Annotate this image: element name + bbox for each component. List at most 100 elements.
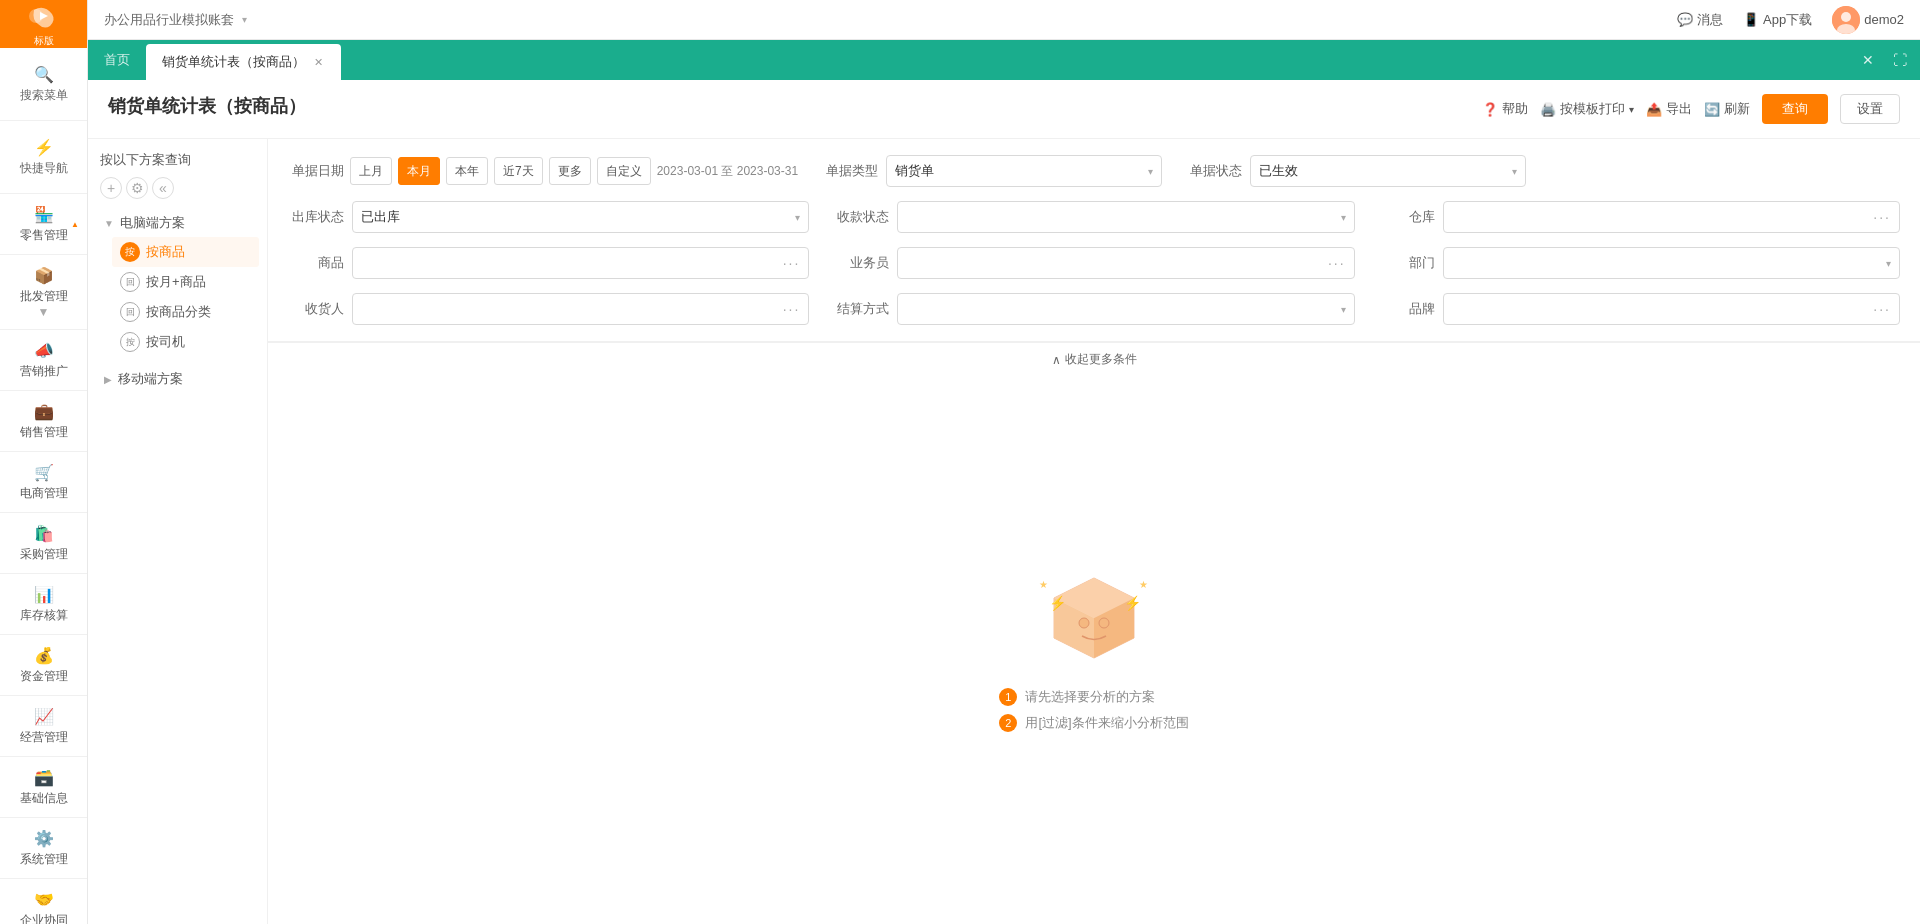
- product-item: 商品 ···: [288, 247, 809, 279]
- sidebar-item-enterprise[interactable]: 🤝 企业协同: [0, 879, 87, 924]
- quick-icon: ⚡: [34, 137, 54, 157]
- sidebar-item-system[interactable]: ⚙️ 系统管理: [0, 818, 87, 879]
- step2-num: 2: [999, 714, 1017, 732]
- sidebar-item-sales[interactable]: 💼 销售管理: [0, 391, 87, 452]
- user-name: demo2: [1864, 12, 1904, 27]
- svg-text:★: ★: [1039, 579, 1048, 590]
- collapse-filters-btn[interactable]: ∧ 收起更多条件: [268, 342, 1920, 376]
- app-download-label: App下载: [1763, 11, 1812, 29]
- scheme-settings-btn[interactable]: ⚙: [126, 177, 148, 199]
- tree-by-category[interactable]: 回 按商品分类: [112, 297, 259, 327]
- status-filter-item: 单据状态 已生效 ▾: [1186, 155, 1526, 187]
- by-category-label: 按商品分类: [146, 303, 211, 321]
- tab-close-btn[interactable]: ✕: [311, 55, 325, 69]
- print-btn[interactable]: 🖨️ 按模板打印 ▾: [1540, 100, 1634, 118]
- top-header: 办公用品行业模拟账套 ▾ 💬 消息 📱 App下载 de: [88, 0, 1920, 40]
- sidebar-search[interactable]: 🔍 搜索菜单: [0, 56, 87, 112]
- quick-nav-item[interactable]: ⚡ 快捷导航: [0, 129, 87, 185]
- sidebar-item-inventory[interactable]: 📊 库存核算: [0, 574, 87, 635]
- refresh-btn[interactable]: 🔄 刷新: [1704, 100, 1750, 118]
- staff-dots: ···: [1328, 255, 1346, 271]
- status-control: 已生效 ▾: [1250, 155, 1526, 187]
- tab-close-all-btn[interactable]: ✕: [1856, 48, 1880, 72]
- left-panel-header: 按以下方案查询: [96, 151, 259, 169]
- sidebar-item-ops[interactable]: 📈 经营管理: [0, 696, 87, 757]
- app-download-btn[interactable]: 📱 App下载: [1743, 11, 1812, 29]
- user-info[interactable]: demo2: [1832, 6, 1904, 34]
- svg-text:⚡: ⚡: [1049, 595, 1067, 612]
- sidebar-logo[interactable]: 标版: [0, 0, 88, 48]
- step1-num: 1: [999, 688, 1017, 706]
- filter-row-4: 收货人 ··· 结算方式: [288, 293, 1900, 325]
- date-last-month-btn[interactable]: 上月: [350, 157, 392, 185]
- industry-dropdown[interactable]: ▾: [242, 14, 247, 25]
- date-7days-btn[interactable]: 近7天: [494, 157, 543, 185]
- sidebar-item-marketing[interactable]: 📣 营销推广: [0, 330, 87, 391]
- date-this-month-btn[interactable]: 本月: [398, 157, 440, 185]
- tab-home[interactable]: 首页: [88, 40, 146, 80]
- brand-input[interactable]: ···: [1443, 293, 1900, 325]
- type-input[interactable]: 销货单 ▾: [886, 155, 1162, 187]
- receiver-input[interactable]: ···: [352, 293, 809, 325]
- message-btn[interactable]: 💬 消息: [1677, 11, 1723, 29]
- tree-expand-icon: ▼: [104, 218, 114, 229]
- export-btn[interactable]: 📤 导出: [1646, 100, 1692, 118]
- settlement-item: 结算方式 ▾: [833, 293, 1354, 325]
- add-scheme-btn[interactable]: +: [100, 177, 122, 199]
- dept-control: ▾: [1443, 247, 1900, 279]
- step1-text: 请先选择要分析的方案: [1025, 688, 1155, 706]
- settlement-input[interactable]: ▾: [897, 293, 1354, 325]
- empty-state: ⚡ ⚡ ★ ★ 1 请先选择要分析的方案 2: [268, 376, 1920, 924]
- sidebar-item-ecommerce[interactable]: 🛒 电商管理: [0, 452, 87, 513]
- sidebar-item-basic[interactable]: 🗃️ 基础信息: [0, 757, 87, 818]
- sidebar-quick-nav[interactable]: ⚡ 快捷导航: [0, 121, 87, 194]
- help-btn[interactable]: ❓ 帮助: [1482, 100, 1528, 118]
- store-dots: ···: [1873, 209, 1891, 225]
- industry-label: 办公用品行业模拟账套: [104, 11, 234, 29]
- sidebar-item-retail[interactable]: 🏪 零售管理: [0, 194, 87, 255]
- product-control: ···: [352, 247, 809, 279]
- status-input[interactable]: 已生效 ▾: [1250, 155, 1526, 187]
- sidebar-item-purchase[interactable]: 🛍️ 采购管理: [0, 513, 87, 574]
- store-input[interactable]: ···: [1443, 201, 1900, 233]
- tree-desktop[interactable]: ▼ 电脑端方案: [96, 209, 259, 237]
- payment-status-input[interactable]: ▾: [897, 201, 1354, 233]
- sidebar-search-item[interactable]: 🔍 搜索菜单: [0, 48, 87, 121]
- payment-status-control: ▾: [897, 201, 1354, 233]
- tab-sales-stats[interactable]: 销货单统计表（按商品） ✕: [146, 44, 341, 80]
- by-month-label: 按月+商品: [146, 273, 206, 291]
- page-header-actions: ❓ 帮助 🖨️ 按模板打印 ▾ 📤 导出 🔄 刷新 查询 设置: [1482, 94, 1900, 138]
- receiver-dots: ···: [783, 301, 801, 317]
- basic-icon: 🗃️: [34, 767, 54, 787]
- warehouse-status-input[interactable]: 已出库 ▾: [352, 201, 809, 233]
- sidebar-item-wholesale[interactable]: 📦 批发管理: [0, 255, 87, 330]
- dept-input[interactable]: ▾: [1443, 247, 1900, 279]
- header-left: 办公用品行业模拟账套 ▾: [104, 11, 247, 29]
- tab-expand-btn[interactable]: ⛶: [1888, 48, 1912, 72]
- filter-area: 单据日期 上月 本月 本年 近7天 更多 自定义 2023-03-01 至 20…: [268, 139, 1920, 342]
- tree-mobile[interactable]: ▶ 移动端方案: [96, 365, 259, 393]
- empty-step-1: 1 请先选择要分析的方案: [999, 688, 1155, 706]
- date-this-year-btn[interactable]: 本年: [446, 157, 488, 185]
- tree-by-machine[interactable]: 按 按司机: [112, 327, 259, 357]
- tree-by-product[interactable]: 按 按商品: [112, 237, 259, 267]
- by-machine-label: 按司机: [146, 333, 185, 351]
- date-more-btn[interactable]: 更多: [549, 157, 591, 185]
- dept-label: 部门: [1379, 254, 1435, 272]
- settings-btn[interactable]: 设置: [1840, 94, 1900, 124]
- staff-input[interactable]: ···: [897, 247, 1354, 279]
- collapse-panel-btn[interactable]: «: [152, 177, 174, 199]
- sidebar-ops-label: 经营管理: [20, 729, 68, 746]
- finance-icon: 💰: [34, 645, 54, 665]
- product-input[interactable]: ···: [352, 247, 809, 279]
- left-panel-title: 按以下方案查询: [100, 151, 191, 169]
- status-value: 已生效: [1259, 162, 1298, 180]
- query-btn[interactable]: 查询: [1762, 94, 1828, 124]
- svg-point-2: [1841, 12, 1851, 22]
- sidebar-wholesale-label: 批发管理: [20, 288, 68, 305]
- sidebar-item-finance[interactable]: 💰 资金管理: [0, 635, 87, 696]
- tree-by-month-product[interactable]: 回 按月+商品: [112, 267, 259, 297]
- date-custom-btn[interactable]: 自定义: [597, 157, 651, 185]
- header-right: 💬 消息 📱 App下载 demo2: [1677, 6, 1904, 34]
- date-filter-item: 单据日期 上月 本月 本年 近7天 更多 自定义 2023-03-01 至 20…: [288, 157, 798, 185]
